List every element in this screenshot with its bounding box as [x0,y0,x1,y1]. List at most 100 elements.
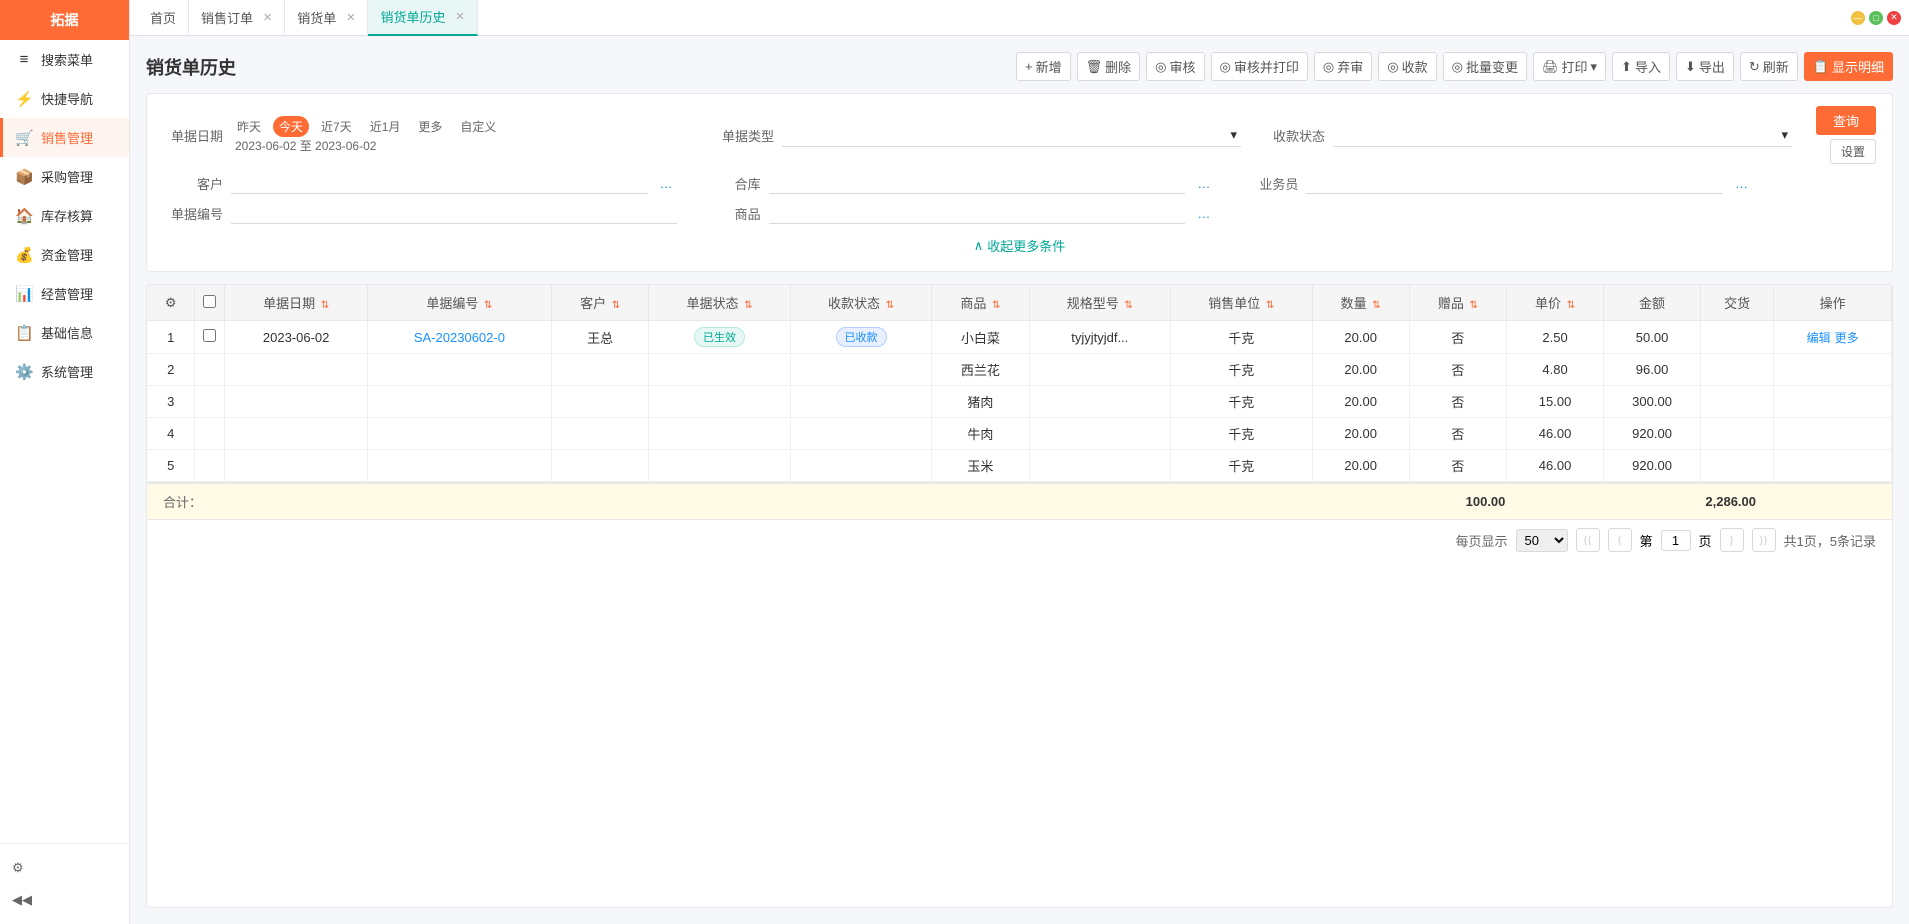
sort-sales-unit-icon[interactable]: ⇅ [1266,300,1274,311]
sort-quantity-icon[interactable]: ⇅ [1372,300,1380,311]
sidebar-item-finance[interactable]: 💰 资金管理 [0,235,129,274]
tab-sales-delivery-close[interactable]: ✕ [346,11,355,24]
gear-icon[interactable]: ⚙ [165,295,177,310]
warehouse-ellipsis-btn[interactable]: … [1193,176,1214,191]
sort-doc-status-icon[interactable]: ⇅ [744,300,752,311]
filter-warehouse-input[interactable] [769,172,1186,194]
sort-doc-date-icon[interactable]: ⇅ [321,300,329,311]
th-product: 商品 ⇅ [932,285,1029,321]
product-ellipsis-btn[interactable]: … [1193,206,1214,221]
new-button[interactable]: + 新增 [1016,52,1071,81]
cell-payment-status [790,418,932,450]
summary-label: 合计： [163,492,202,511]
sort-gift-icon[interactable]: ⇅ [1469,300,1477,311]
filter-settings-btn[interactable]: 设置 [1830,139,1876,164]
first-page-btn[interactable]: ⟨⟨ [1576,528,1600,552]
tab-home[interactable]: 首页 [138,0,189,36]
shortcut-today[interactable]: 今天 [273,116,309,137]
sidebar-item-operations[interactable]: 📊 经营管理 [0,274,129,313]
collect-button[interactable]: ◎ 收款 [1378,52,1436,81]
cell-doc-no [367,354,551,386]
th-amount: 金额 [1604,285,1701,321]
sidebar-item-system[interactable]: ⚙️ 系统管理 [0,352,129,391]
tab-sales-delivery[interactable]: 销货单 ✕ [285,0,368,36]
tab-sales-order-close[interactable]: ✕ [263,11,272,24]
audit-print-button[interactable]: ◎ 审核并打印 [1211,52,1308,81]
filter-row-3: 单据编号 商品 … [163,202,1876,224]
row-checkbox[interactable] [203,329,216,342]
tab-sales-order[interactable]: 销售订单 ✕ [189,0,285,36]
quick-nav-icon: ⚡ [15,90,33,108]
more-action-btn[interactable]: 更多 [1835,329,1859,346]
cell-customer [552,418,649,450]
import-button[interactable]: ⬆ 导入 [1612,52,1670,81]
cell-product: 牛肉 [932,418,1029,450]
edit-action-btn[interactable]: 编辑 [1807,329,1831,346]
cell-quantity: 20.00 [1312,321,1409,354]
filter-doctype-select[interactable]: ▾ [782,124,1241,147]
export-button[interactable]: ⬇ 导出 [1676,52,1734,81]
page-number-input[interactable] [1661,530,1691,551]
sidebar-bottom: ⚙ ◀◀ [0,843,129,924]
cell-transaction [1700,450,1773,482]
audit-button[interactable]: ◎ 审核 [1146,52,1204,81]
filter-customer-input[interactable] [231,172,648,194]
th-gear[interactable]: ⚙ [147,285,195,321]
sidebar-item-purchase[interactable]: 📦 采购管理 [0,157,129,196]
close-btn[interactable]: ✕ [1887,11,1901,25]
table-row: 12023-06-02SA-20230602-0王总已生效已收款小白菜tyjyj… [147,321,1892,354]
sidebar-settings-btn[interactable]: ⚙ [0,852,129,884]
sort-unit-price-icon[interactable]: ⇅ [1567,300,1575,311]
maximize-btn[interactable]: □ [1869,11,1883,25]
shortcut-custom[interactable]: 自定义 [454,116,502,137]
cell-row-num: 1 [147,321,195,354]
tab-sales-history-close[interactable]: ✕ [456,10,465,23]
next-page-btn[interactable]: ⟩ [1720,528,1744,552]
minimize-btn[interactable]: — [1851,11,1865,25]
refresh-button[interactable]: ↻ 刷新 [1740,52,1798,81]
cell-customer [552,386,649,418]
select-all-checkbox[interactable] [203,295,216,308]
tab-sales-history[interactable]: 销货单历史 ✕ [368,0,477,36]
sort-customer-icon[interactable]: ⇅ [612,300,620,311]
sidebar-item-sales[interactable]: 🛒 销售管理 [0,118,129,157]
sort-product-icon[interactable]: ⇅ [992,300,1000,311]
cell-gift: 否 [1409,418,1506,450]
query-button[interactable]: 查询 [1816,106,1876,135]
cell-spec-type [1029,386,1171,418]
sidebar-item-label: 库存核算 [41,206,93,225]
cell-customer: 王总 [552,321,649,354]
new-icon: + [1025,59,1033,74]
abandon-button[interactable]: ◎ 弃审 [1314,52,1372,81]
doc-no-link[interactable]: SA-20230602-0 [414,330,505,345]
show-details-button[interactable]: 📋 显示明细 [1804,52,1893,81]
batch-change-button[interactable]: ◎ 批量变更 [1443,52,1527,81]
cell-row-num: 3 [147,386,195,418]
sort-doc-no-icon[interactable]: ⇅ [484,300,492,311]
page-size-select[interactable]: 50 100 200 [1516,529,1568,552]
shortcut-1month[interactable]: 近1月 [364,116,407,137]
cell-checkbox [195,450,225,482]
sidebar-item-basic-info[interactable]: 📋 基础信息 [0,313,129,352]
sort-payment-status-icon[interactable]: ⇅ [886,300,894,311]
filter-payment-select[interactable]: ▾ [1333,124,1792,147]
shortcut-yesterday[interactable]: 昨天 [231,116,267,137]
sort-spec-type-icon[interactable]: ⇅ [1124,300,1132,311]
filter-docno-input[interactable] [231,202,677,224]
shortcut-more[interactable]: 更多 [412,116,448,137]
filter-product-input[interactable] [769,202,1186,224]
customer-ellipsis-btn[interactable]: … [656,176,677,191]
sidebar-item-quick-nav[interactable]: ⚡ 快捷导航 [0,79,129,118]
salesperson-ellipsis-btn[interactable]: … [1731,176,1752,191]
print-dropdown-icon: ▾ [1591,59,1598,75]
sidebar-item-search-menu[interactable]: ≡ 搜索菜单 [0,40,129,79]
prev-page-btn[interactable]: ⟨ [1608,528,1632,552]
filter-collapse-btn[interactable]: ∧ 收起更多条件 [163,232,1876,259]
sidebar-item-inventory[interactable]: 🏠 库存核算 [0,196,129,235]
last-page-btn[interactable]: ⟩⟩ [1752,528,1776,552]
delete-button[interactable]: 🗑 删除 [1077,52,1141,81]
print-button[interactable]: 🖨 打印 ▾ [1533,52,1606,81]
shortcut-7days[interactable]: 近7天 [315,116,358,137]
filter-salesperson-input[interactable] [1306,172,1723,194]
sidebar-collapse-btn[interactable]: ◀◀ [0,884,129,916]
